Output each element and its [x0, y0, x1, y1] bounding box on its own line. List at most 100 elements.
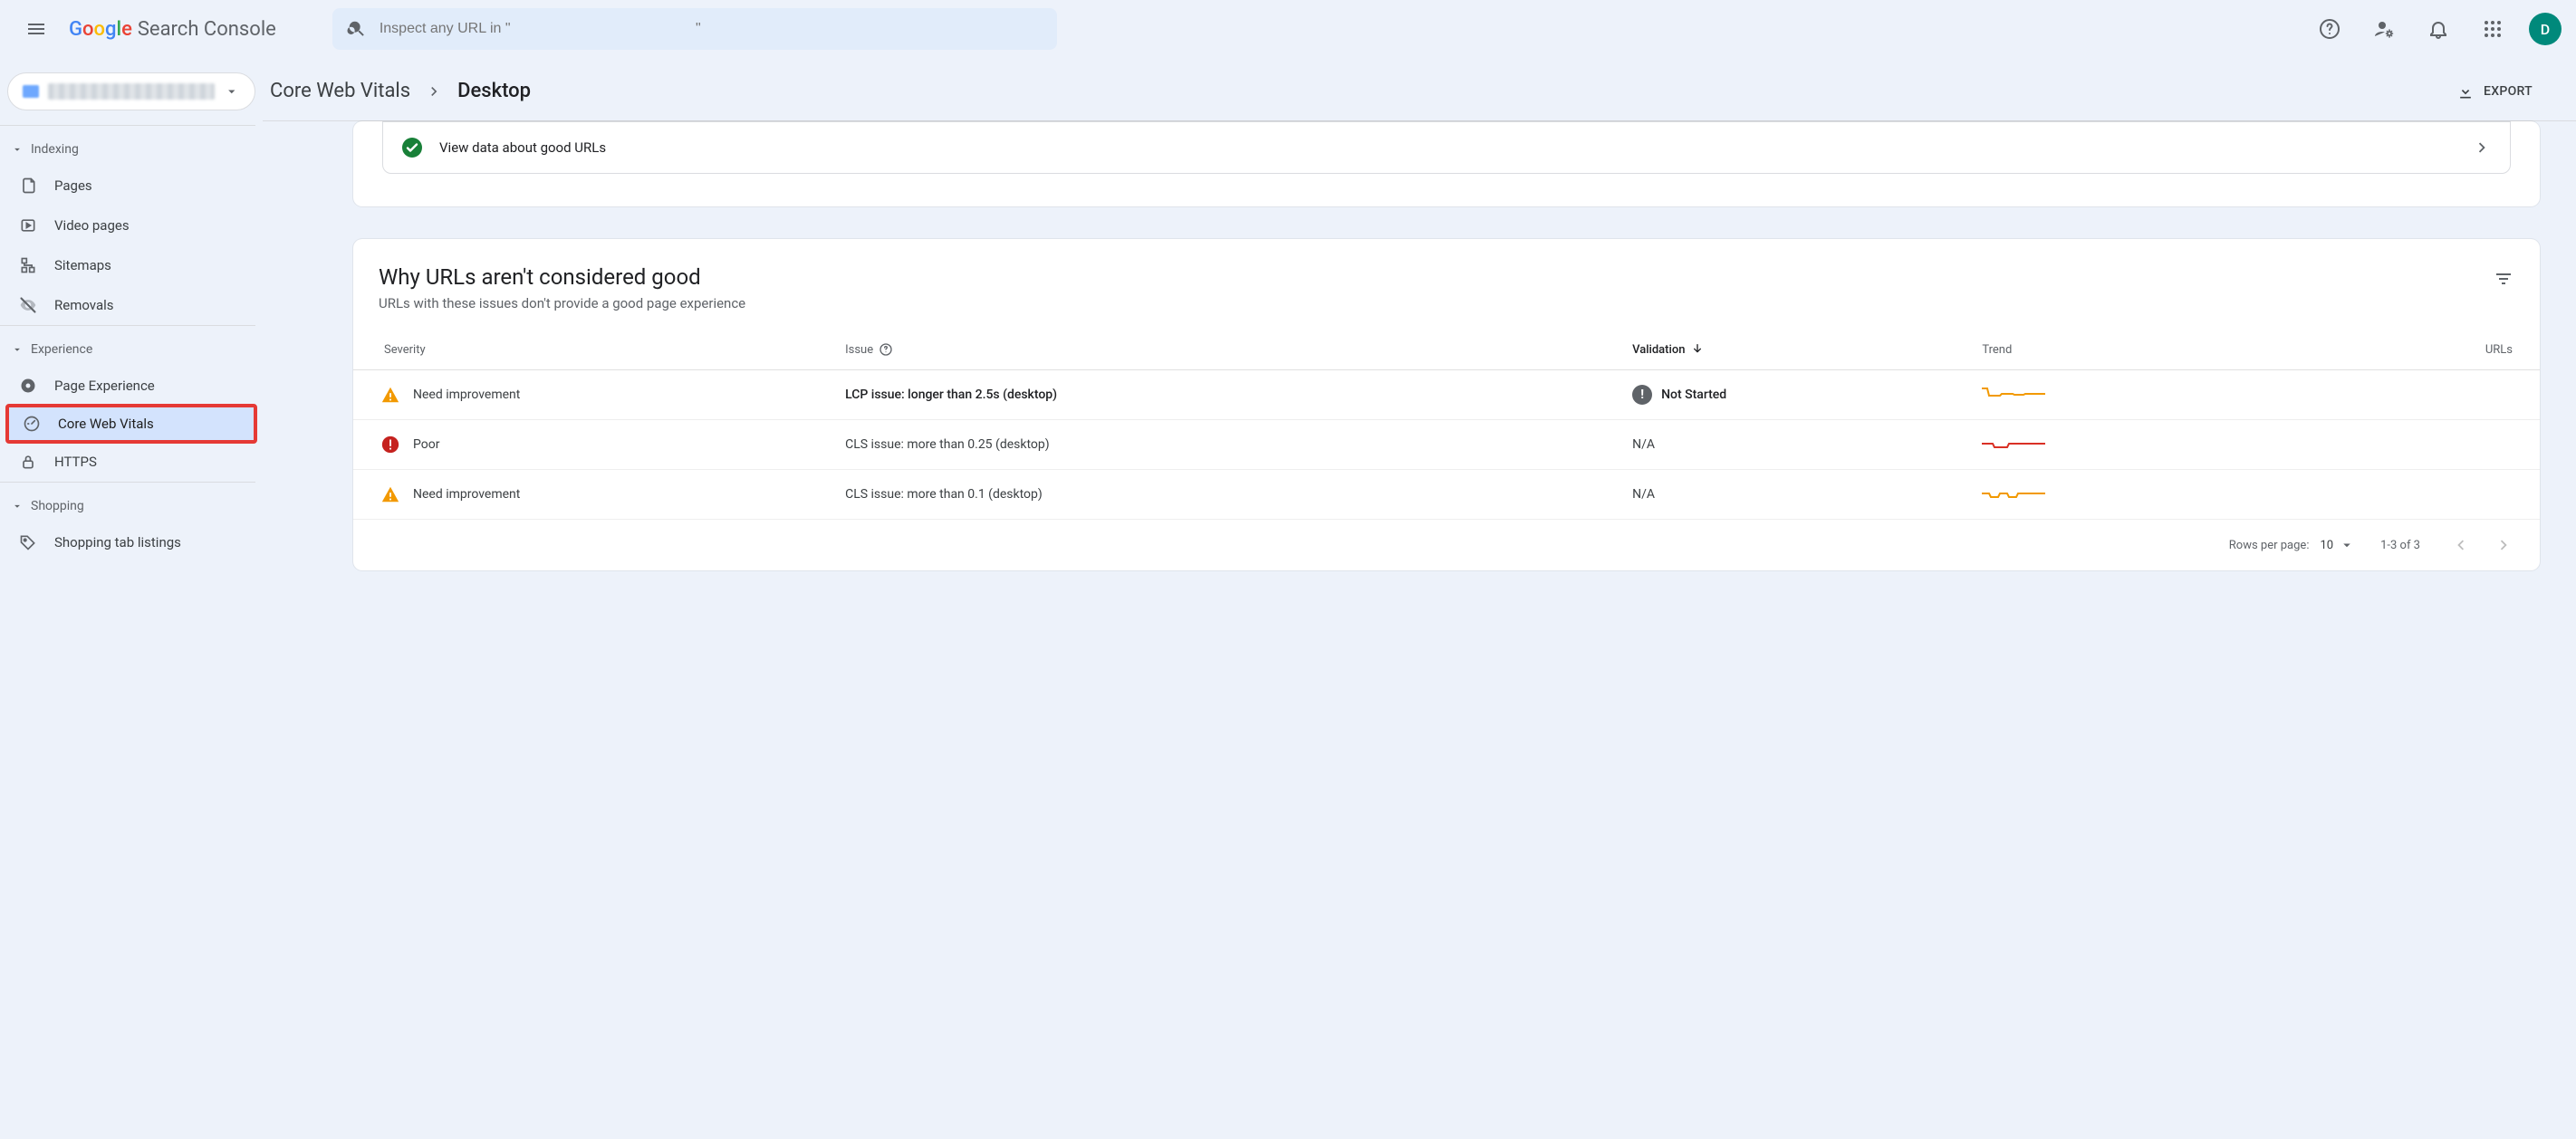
- sidebar-item-video-pages[interactable]: Video pages: [0, 206, 252, 245]
- chevron-down-icon: [11, 500, 24, 512]
- chevron-right-icon: [425, 82, 443, 100]
- sidebar-item-page-experience[interactable]: Page Experience: [0, 366, 252, 406]
- filter-button[interactable]: [2493, 264, 2514, 290]
- nav-group-shopping[interactable]: Shopping: [0, 490, 263, 522]
- chevron-down-icon: [11, 143, 24, 156]
- google-logo-text: Google: [69, 18, 132, 41]
- chevron-down-icon: [2339, 537, 2355, 553]
- pagination-range: 1-3 of 3: [2380, 539, 2420, 552]
- hamburger-menu-button[interactable]: [14, 7, 58, 51]
- export-button[interactable]: EXPORT: [2456, 82, 2533, 100]
- lock-icon: [18, 452, 38, 472]
- validation-cell: !Not Started: [1621, 370, 1971, 420]
- breadcrumb-parent[interactable]: Core Web Vitals: [270, 80, 410, 102]
- severity-label: Need improvement: [413, 388, 520, 402]
- sidebar-item-removals[interactable]: Removals: [0, 285, 252, 325]
- chevron-right-icon: [2494, 535, 2514, 555]
- issues-table: Severity Issue Validation: [353, 330, 2540, 520]
- apps-button[interactable]: [2475, 11, 2511, 47]
- table-row[interactable]: Need improvementCLS issue: more than 0.1…: [353, 470, 2540, 520]
- chevron-down-icon: [11, 343, 24, 356]
- urls-cell: [2277, 420, 2540, 470]
- sparkline-icon: [1982, 435, 2045, 455]
- sidebar-item-pages[interactable]: Pages: [0, 166, 252, 206]
- product-name: Search Console: [138, 18, 276, 41]
- sidebar-item-label: Removals: [54, 297, 114, 313]
- property-favicon: [23, 85, 39, 98]
- sidebar-item-sitemaps[interactable]: Sitemaps: [0, 245, 252, 285]
- col-issue[interactable]: Issue: [834, 330, 1621, 370]
- sidebar: Indexing Pages Video pages Sitemaps Removals…: [0, 58, 263, 1139]
- person-gear-icon: [2373, 18, 2395, 40]
- urls-cell: [2277, 370, 2540, 420]
- sidebar-item-label: Pages: [54, 177, 92, 194]
- account-avatar[interactable]: D: [2529, 13, 2562, 45]
- sidebar-item-label: HTTPS: [54, 454, 97, 470]
- breadcrumb: Core Web Vitals Desktop: [270, 80, 531, 102]
- menu-icon: [25, 18, 47, 40]
- nav-group-experience[interactable]: Experience: [0, 333, 263, 366]
- issues-title: Why URLs aren't considered good: [379, 264, 745, 290]
- urls-cell: [2277, 470, 2540, 520]
- help-button[interactable]: [2312, 11, 2348, 47]
- sidebar-item-label: Shopping tab listings: [54, 534, 181, 550]
- download-icon: [2456, 82, 2475, 100]
- next-page-button[interactable]: [2489, 531, 2518, 560]
- issues-subtitle: URLs with these issues don't provide a g…: [379, 295, 745, 311]
- sidebar-divider: [0, 325, 255, 326]
- sidebar-item-https[interactable]: HTTPS: [0, 442, 252, 482]
- trend-cell: [1971, 370, 2277, 420]
- sidebar-item-label: Sitemaps: [54, 257, 111, 273]
- pages-icon: [18, 176, 38, 196]
- good-urls-label: View data about good URLs: [439, 139, 606, 156]
- trend-cell: [1971, 470, 2277, 520]
- url-inspect-search[interactable]: [332, 8, 1057, 50]
- view-good-urls-row[interactable]: View data about good URLs: [382, 121, 2511, 174]
- table-row[interactable]: PoorCLS issue: more than 0.25 (desktop)N…: [353, 420, 2540, 470]
- arrow-down-icon: [1690, 342, 1705, 357]
- sidebar-item-core-web-vitals[interactable]: Core Web Vitals: [5, 404, 257, 444]
- circle-icon: [18, 376, 38, 396]
- help-icon: [2319, 18, 2341, 40]
- warning-triangle-icon: [380, 385, 400, 405]
- sidebar-item-label: Page Experience: [54, 378, 155, 394]
- sidebar-item-label: Core Web Vitals: [58, 416, 154, 432]
- rows-per-page-select[interactable]: 10: [2320, 537, 2355, 553]
- search-input[interactable]: [380, 21, 1043, 37]
- apps-grid-icon: [2484, 20, 2502, 38]
- col-trend: Trend: [1971, 330, 2277, 370]
- users-settings-button[interactable]: [2366, 11, 2402, 47]
- chevron-right-icon: [2472, 138, 2492, 158]
- severity-label: Need improvement: [413, 487, 520, 502]
- property-selector[interactable]: [7, 72, 255, 110]
- main-content: Core Web Vitals Desktop EXPORT View data…: [263, 58, 2576, 1139]
- logo: Google Search Console: [69, 18, 276, 41]
- removals-icon: [18, 295, 38, 315]
- col-validation[interactable]: Validation: [1621, 330, 1971, 370]
- col-severity: Severity: [353, 330, 834, 370]
- breadcrumb-current: Desktop: [457, 80, 531, 102]
- sparkline-icon: [1982, 484, 2045, 504]
- tag-icon: [18, 532, 38, 552]
- chevron-left-icon: [2450, 535, 2470, 555]
- table-row[interactable]: Need improvementLCP issue: longer than 2…: [353, 370, 2540, 420]
- notifications-button[interactable]: [2420, 11, 2456, 47]
- bell-icon: [2427, 18, 2449, 40]
- check-circle-icon: [401, 137, 423, 158]
- validation-cell: N/A: [1621, 470, 1971, 520]
- severity-label: Poor: [413, 437, 439, 452]
- export-label: EXPORT: [2484, 84, 2533, 99]
- issue-label: CLS issue: more than 0.25 (desktop): [834, 420, 1621, 470]
- filter-icon: [2493, 268, 2514, 290]
- not-started-icon: !: [1632, 385, 1652, 405]
- gauge-icon: [22, 414, 42, 434]
- nav-group-indexing[interactable]: Indexing: [0, 133, 263, 166]
- property-name-redacted: [48, 83, 216, 100]
- sitemaps-icon: [18, 255, 38, 275]
- page-header: Core Web Vitals Desktop EXPORT: [263, 58, 2576, 120]
- prev-page-button[interactable]: [2446, 531, 2475, 560]
- sidebar-item-label: Video pages: [54, 217, 130, 234]
- error-circle-icon: [380, 435, 400, 455]
- col-urls: URLs: [2277, 330, 2540, 370]
- sidebar-item-shopping-tab-listings[interactable]: Shopping tab listings: [0, 522, 252, 562]
